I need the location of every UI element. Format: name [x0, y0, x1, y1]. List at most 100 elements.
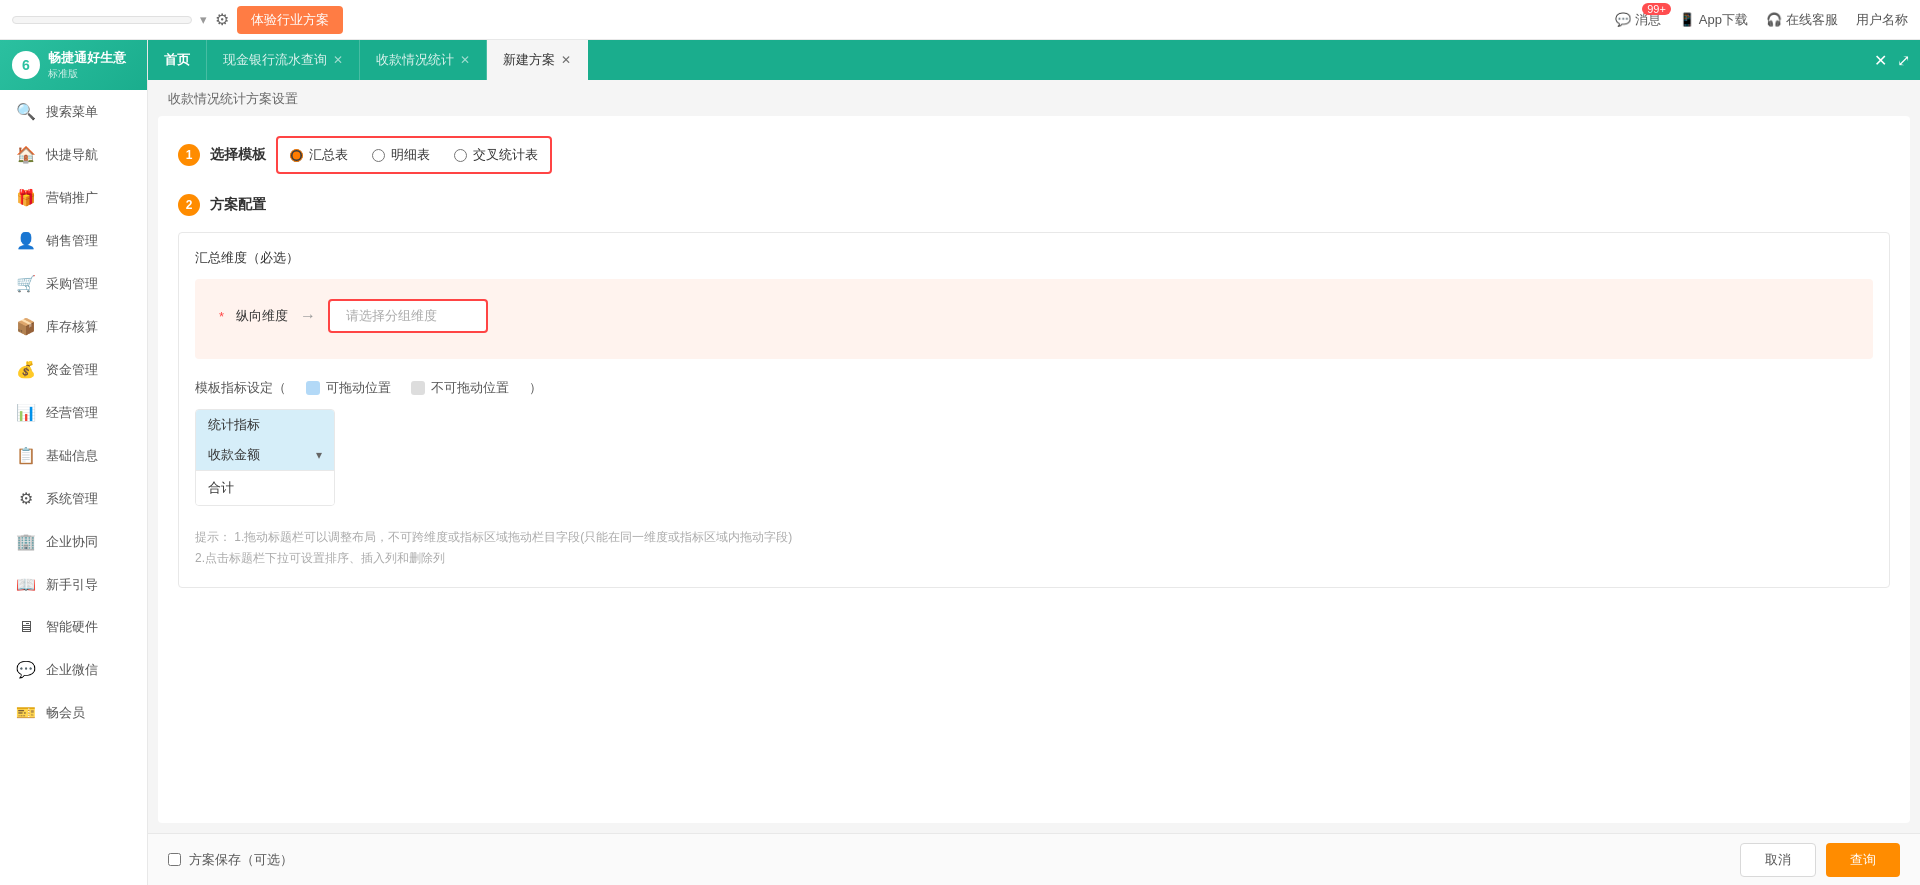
radio-summary[interactable]: [290, 149, 303, 162]
inventory-icon: 📦: [16, 317, 36, 336]
sidebar-item-marketing[interactable]: 🎁 营销推广: [0, 176, 147, 219]
required-mark: *: [219, 309, 224, 324]
save-label: 方案保存（可选）: [189, 851, 293, 869]
tab-collection[interactable]: 收款情况统计 ✕: [360, 40, 487, 80]
logo-text: 畅捷通好生意: [48, 49, 126, 67]
sidebar-item-enterprise[interactable]: 🏢 企业协同: [0, 520, 147, 563]
sidebar-item-wechat[interactable]: 💬 企业微信: [0, 648, 147, 691]
main-layout: 6 畅捷通好生意 标准版 🔍 搜索菜单 🏠 快捷导航 🎁 营销推广 👤 销售管理…: [0, 40, 1920, 885]
tip2: 2.点击标题栏下拉可设置排序、插入列和删除列: [195, 550, 1873, 567]
indicator-dropdown-row[interactable]: 收款金额 ▾: [196, 440, 334, 470]
header-search[interactable]: [12, 16, 192, 24]
content-area: 收款情况统计方案设置 1 选择模板 汇总表: [148, 80, 1920, 885]
step1-num: 1: [178, 144, 200, 166]
sidebar-item-member[interactable]: 🎫 畅会员: [0, 691, 147, 734]
guide-icon: 📖: [16, 575, 36, 594]
sidebar-item-quicknav[interactable]: 🏠 快捷导航: [0, 133, 147, 176]
user-profile[interactable]: 用户名称: [1856, 11, 1908, 29]
download-icon: 📱: [1679, 12, 1695, 27]
notification-item[interactable]: 💬 消息 99+: [1615, 11, 1661, 29]
logo-icon: 6: [12, 51, 40, 79]
dimension-selector[interactable]: 请选择分组维度: [328, 299, 488, 333]
option-summary[interactable]: 汇总表: [290, 146, 348, 164]
main-panel: 1 选择模板 汇总表 明细表: [158, 116, 1910, 823]
indicator-table: 统计指标 收款金额 ▾ 合计: [195, 409, 335, 506]
sidebar-label-purchase: 采购管理: [46, 275, 98, 293]
sidebar-item-inventory[interactable]: 📦 库存核算: [0, 305, 147, 348]
step1-section: 1 选择模板 汇总表 明细表: [178, 136, 1890, 174]
logo-sub: 标准版: [48, 67, 126, 81]
sidebar-label-quicknav: 快捷导航: [46, 146, 98, 164]
hardware-icon: 🖥: [16, 618, 36, 636]
tab-bank-close-icon[interactable]: ✕: [333, 53, 343, 67]
sidebar-label-sales: 销售管理: [46, 232, 98, 250]
cancel-button[interactable]: 取消: [1740, 843, 1816, 877]
sales-icon: 👤: [16, 231, 36, 250]
tab-collection-close-icon[interactable]: ✕: [460, 53, 470, 67]
header-dropdown-icon[interactable]: ▾: [200, 12, 207, 27]
sidebar-item-guide[interactable]: 📖 新手引导: [0, 563, 147, 606]
indicator-header: 模板指标设定（ 可拖动位置 不可拖动位置 ）: [195, 379, 1873, 397]
sidebar-item-search[interactable]: 🔍 搜索菜单: [0, 90, 147, 133]
legend-fixed-label: 不可拖动位置: [431, 379, 509, 397]
indicator-total-label: 合计: [208, 480, 234, 495]
dimension-row: * 纵向维度 → 请选择分组维度: [219, 299, 1849, 333]
sidebar-label-hardware: 智能硬件: [46, 618, 98, 636]
sidebar-label-basic: 基础信息: [46, 447, 98, 465]
top-header: ▾ ⚙ 体验行业方案 💬 消息 99+ 📱 App下载 🎧 在线客服 用户名称: [0, 0, 1920, 40]
indicator-col-label: 统计指标: [208, 416, 260, 434]
option-cross[interactable]: 交叉统计表: [454, 146, 538, 164]
radio-detail[interactable]: [372, 149, 385, 162]
home-icon: 🏠: [16, 145, 36, 164]
indicator-title: 模板指标设定（: [195, 379, 286, 397]
dimension-label: 汇总维度（必选）: [195, 249, 1873, 267]
legend-gray-dot: [411, 381, 425, 395]
system-icon: ⚙: [16, 489, 36, 508]
main-area: 首页 现金银行流水查询 ✕ 收款情况统计 ✕ 新建方案 ✕ ✕ ⤢ 收款情况统计…: [148, 40, 1920, 885]
tab-bar: 首页 现金银行流水查询 ✕ 收款情况统计 ✕ 新建方案 ✕ ✕ ⤢: [148, 40, 1920, 80]
option-detail-label: 明细表: [391, 146, 430, 164]
tab-close-window-btn[interactable]: ✕: [1874, 51, 1887, 70]
radio-cross[interactable]: [454, 149, 467, 162]
dropdown-arrow-icon[interactable]: ▾: [316, 448, 322, 462]
tips-section: 提示： 1.拖动标题栏可以调整布局，不可跨维度或指标区域拖动栏目字段(只能在同一…: [195, 529, 1873, 567]
query-button[interactable]: 查询: [1826, 843, 1900, 877]
indicator-section: 模板指标设定（ 可拖动位置 不可拖动位置 ）: [195, 379, 1873, 509]
sidebar-label-wechat: 企业微信: [46, 661, 98, 679]
enterprise-icon: 🏢: [16, 532, 36, 551]
tab-bank-label: 现金银行流水查询: [223, 51, 327, 69]
option-detail[interactable]: 明细表: [372, 146, 430, 164]
sidebar-item-sales[interactable]: 👤 销售管理: [0, 219, 147, 262]
download-item[interactable]: 📱 App下载: [1679, 11, 1748, 29]
option-summary-label: 汇总表: [309, 146, 348, 164]
sidebar-item-basic[interactable]: 📋 基础信息: [0, 434, 147, 477]
template-options: 汇总表 明细表 交叉统计表: [276, 136, 552, 174]
wechat-icon: 💬: [16, 660, 36, 679]
service-item[interactable]: 🎧 在线客服: [1766, 11, 1838, 29]
sidebar-item-finance[interactable]: 💰 资金管理: [0, 348, 147, 391]
indicator-col-dropdown-label: 收款金额: [208, 446, 260, 464]
tab-new-plan-close-icon[interactable]: ✕: [561, 53, 571, 67]
basic-icon: 📋: [16, 446, 36, 465]
sidebar: 6 畅捷通好生意 标准版 🔍 搜索菜单 🏠 快捷导航 🎁 营销推广 👤 销售管理…: [0, 40, 148, 885]
tab-new-plan[interactable]: 新建方案 ✕: [487, 40, 588, 80]
indicator-total-row: 合计: [196, 470, 334, 505]
trial-button[interactable]: 体验行业方案: [237, 6, 343, 34]
page-title: 收款情况统计方案设置: [168, 91, 298, 106]
save-checkbox[interactable]: [168, 853, 181, 866]
sidebar-item-operation[interactable]: 📊 经营管理: [0, 391, 147, 434]
sidebar-item-hardware[interactable]: 🖥 智能硬件: [0, 606, 147, 648]
tab-bar-actions: ✕ ⤢: [1864, 40, 1920, 80]
bottom-bar: 方案保存（可选） 取消 查询: [148, 833, 1920, 885]
gear-button[interactable]: ⚙: [215, 10, 229, 29]
tab-expand-btn[interactable]: ⤢: [1897, 51, 1910, 70]
sidebar-item-system[interactable]: ⚙ 系统管理: [0, 477, 147, 520]
sidebar-label-finance: 资金管理: [46, 361, 98, 379]
tab-bank[interactable]: 现金银行流水查询 ✕: [207, 40, 360, 80]
sidebar-label-system: 系统管理: [46, 490, 98, 508]
sidebar-item-purchase[interactable]: 🛒 采购管理: [0, 262, 147, 305]
finance-icon: 💰: [16, 360, 36, 379]
legend-draggable-label: 可拖动位置: [326, 379, 391, 397]
header-right: 💬 消息 99+ 📱 App下载 🎧 在线客服 用户名称: [1615, 11, 1908, 29]
tab-home[interactable]: 首页: [148, 40, 207, 80]
